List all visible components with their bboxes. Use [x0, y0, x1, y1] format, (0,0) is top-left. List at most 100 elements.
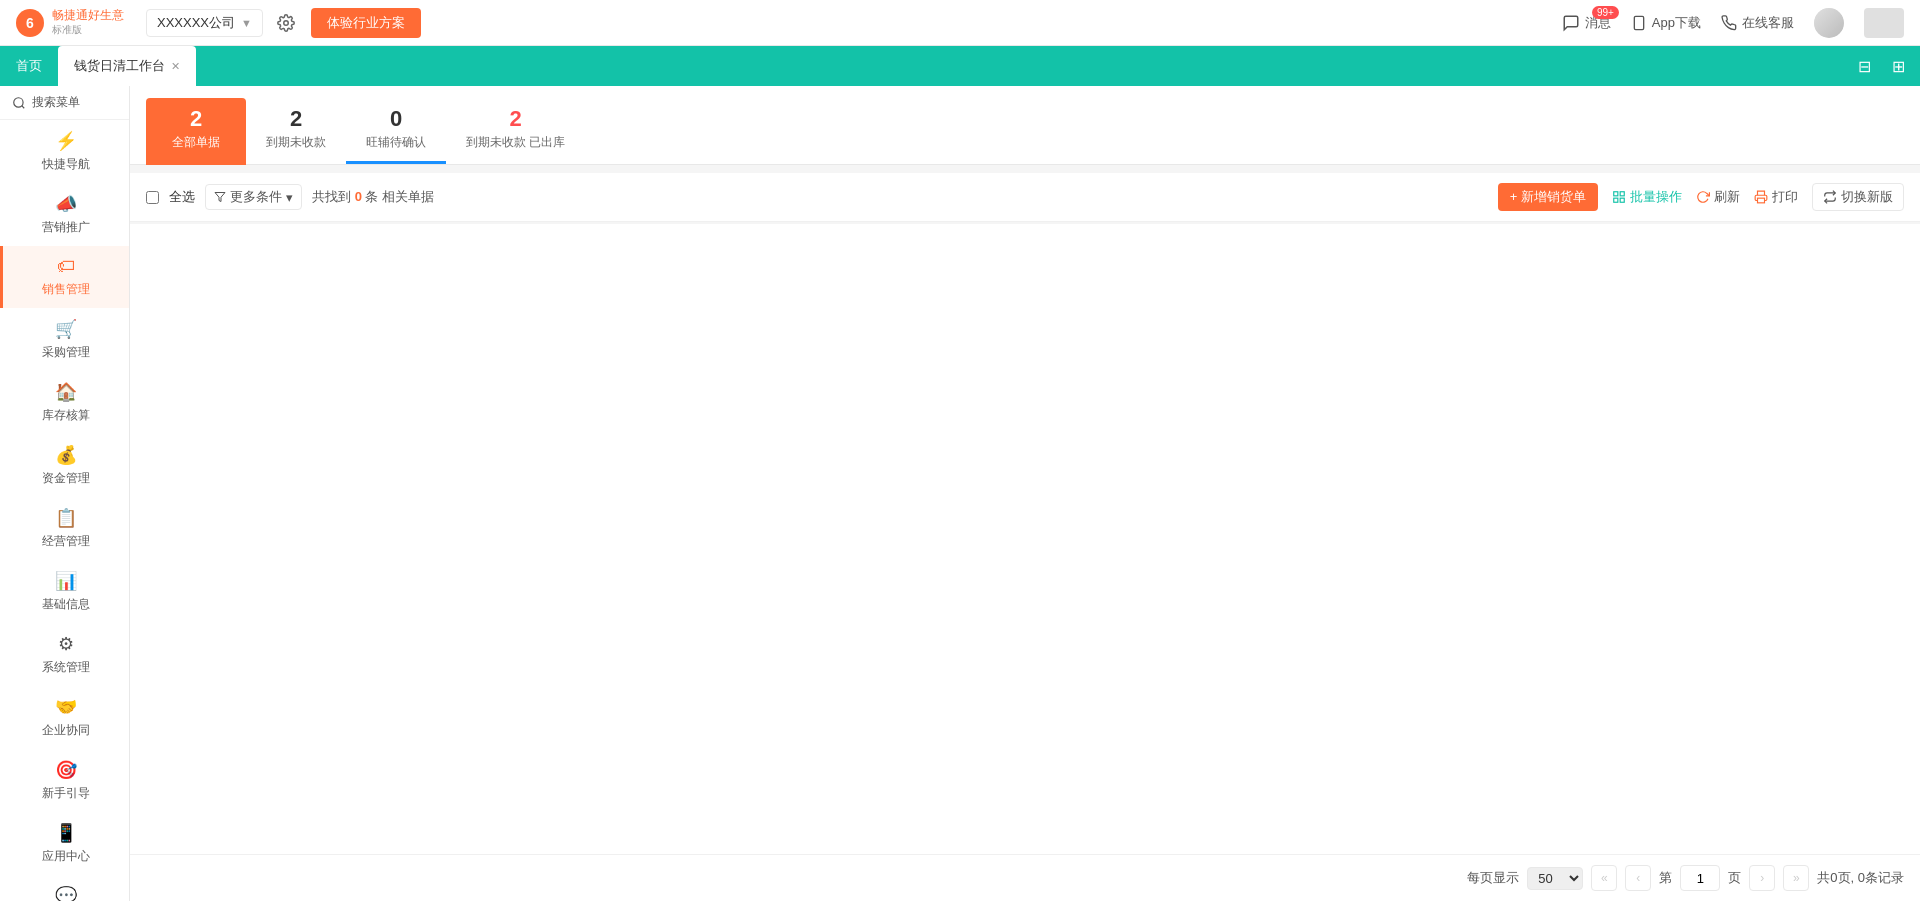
- di-label: 第: [1659, 869, 1672, 887]
- minimize-button[interactable]: ⊟: [1852, 54, 1876, 78]
- tab-home[interactable]: 首页: [0, 46, 58, 86]
- sidebar-item-label: 资金管理: [42, 470, 90, 487]
- online-service-button[interactable]: 在线客服: [1721, 14, 1794, 32]
- company-name: XXXXXX公司: [157, 14, 235, 32]
- avatar-image: [1814, 8, 1844, 38]
- svg-rect-8: [1620, 199, 1624, 203]
- sidebar-item-app-center[interactable]: 📱 应用中心: [0, 812, 129, 875]
- stat-overdue-label: 到期未收款: [266, 134, 326, 151]
- found-text: 共找到 0 条 相关单据: [312, 188, 434, 206]
- select-all-label: 全选: [169, 188, 195, 206]
- wechat-icon: 💬: [55, 885, 77, 901]
- total-info: 共0页, 0条记录: [1817, 869, 1904, 887]
- sidebar-item-label: 应用中心: [42, 848, 90, 865]
- select-all-checkbox[interactable]: [146, 191, 159, 204]
- sidebar-search[interactable]: 搜索菜单: [0, 86, 129, 120]
- maximize-button[interactable]: ⊞: [1886, 54, 1910, 78]
- tab-close-icon[interactable]: ✕: [171, 60, 180, 73]
- page-label: 页: [1728, 869, 1741, 887]
- sidebar-item-label: 库存核算: [42, 407, 90, 424]
- sidebar-item-sales[interactable]: 🏷 销售管理: [0, 246, 129, 308]
- stat-tab-overdue-shipped[interactable]: 2 到期未收款 已出库: [446, 98, 585, 164]
- sidebar-item-marketing[interactable]: 📣 营销推广: [0, 183, 129, 246]
- sidebar-item-label: 企业协同: [42, 722, 90, 739]
- filter-button[interactable]: 更多条件 ▾: [205, 184, 302, 210]
- settings-button[interactable]: [271, 8, 301, 38]
- chevron-down-icon: ▼: [241, 17, 252, 29]
- sidebar-item-enterprise[interactable]: 🤝 企业协同: [0, 686, 129, 749]
- avatar[interactable]: [1814, 8, 1844, 38]
- svg-rect-1: [1634, 16, 1643, 29]
- company-selector[interactable]: XXXXXX公司 ▼: [146, 9, 263, 37]
- content-area: 2 全部单据 2 到期未收款 0 旺辅待确认 2 到期未收款 已出库 全选: [130, 86, 1920, 901]
- guide-icon: 🎯: [55, 759, 77, 781]
- svg-rect-7: [1620, 192, 1624, 196]
- sidebar-item-label: 经营管理: [42, 533, 90, 550]
- inventory-icon: 🏠: [55, 381, 77, 403]
- stat-tab-wangwang[interactable]: 0 旺辅待确认: [346, 98, 446, 164]
- last-page-button[interactable]: »: [1783, 865, 1809, 891]
- page-size-label: 每页显示: [1467, 869, 1519, 887]
- sidebar-item-label: 营销推广: [42, 219, 90, 236]
- stat-wangwang-count: 0: [366, 106, 426, 132]
- table-area: [130, 224, 1920, 854]
- stat-wangwang-label: 旺辅待确认: [366, 134, 426, 151]
- sales-icon: 🏷: [57, 256, 75, 277]
- stat-tab-all[interactable]: 2 全部单据: [146, 98, 246, 165]
- tab-bar-actions: ⊟ ⊞: [1852, 54, 1920, 78]
- filter-label: 更多条件: [230, 188, 282, 206]
- message-button[interactable]: 消息 99+: [1562, 14, 1611, 32]
- print-button[interactable]: 打印: [1754, 188, 1798, 206]
- system-icon: ⚙: [58, 633, 74, 655]
- filter-chevron-icon: ▾: [286, 190, 293, 205]
- user-name-area[interactable]: [1864, 8, 1904, 38]
- message-badge: 99+: [1592, 6, 1619, 19]
- pagination: 每页显示 50 100 200 « ‹ 第 页 › » 共0页, 0条记录: [130, 854, 1920, 901]
- sidebar-item-wechat[interactable]: 💬 企业微信: [0, 875, 129, 901]
- finance-icon: 💰: [55, 444, 77, 466]
- prev-page-button[interactable]: ‹: [1625, 865, 1651, 891]
- next-page-button[interactable]: ›: [1749, 865, 1775, 891]
- sidebar-item-guide[interactable]: 🎯 新手引导: [0, 749, 129, 812]
- app-name: 畅捷通好生意: [52, 8, 124, 24]
- app-download-button[interactable]: App下载: [1631, 14, 1701, 32]
- svg-marker-5: [215, 193, 225, 202]
- refresh-button[interactable]: 刷新: [1696, 188, 1740, 206]
- toolbar-right: + 新增销货单 批量操作 刷新: [1498, 183, 1904, 211]
- switch-version-button[interactable]: 切换新版: [1812, 183, 1904, 211]
- industry-button[interactable]: 体验行业方案: [311, 8, 421, 38]
- sidebar-item-quick-nav[interactable]: ⚡ 快捷导航: [0, 120, 129, 183]
- sidebar-item-basic-info[interactable]: 📊 基础信息: [0, 560, 129, 623]
- toolbar: 全选 更多条件 ▾ 共找到 0 条 相关单据 + 新增销货单: [130, 173, 1920, 222]
- header-right: 消息 99+ App下载 在线客服: [1562, 8, 1904, 38]
- stat-tab-overdue[interactable]: 2 到期未收款: [246, 98, 346, 164]
- sidebar-item-operation[interactable]: 📋 经营管理: [0, 497, 129, 560]
- found-count: 0: [355, 189, 362, 204]
- operation-icon: 📋: [55, 507, 77, 529]
- switch-label: 切换新版: [1841, 188, 1893, 206]
- add-order-button[interactable]: + 新增销货单: [1498, 183, 1598, 211]
- sidebar-item-system[interactable]: ⚙ 系统管理: [0, 623, 129, 686]
- stat-overdue-shipped-count: 2: [466, 106, 565, 132]
- enterprise-icon: 🤝: [55, 696, 77, 718]
- stat-all-label: 全部单据: [166, 134, 226, 151]
- stat-overdue-shipped-label: 到期未收款 已出库: [466, 134, 565, 151]
- quick-nav-icon: ⚡: [55, 130, 77, 152]
- batch-operation-button[interactable]: 批量操作: [1612, 188, 1682, 206]
- sidebar-item-purchase[interactable]: 🛒 采购管理: [0, 308, 129, 371]
- main-layout: 搜索菜单 ⚡ 快捷导航 📣 营销推广 🏷 销售管理 🛒 采购管理 🏠 库存核算 …: [0, 86, 1920, 901]
- page-size-select[interactable]: 50 100 200: [1527, 867, 1583, 890]
- sidebar-item-finance[interactable]: 💰 资金管理: [0, 434, 129, 497]
- sidebar: 搜索菜单 ⚡ 快捷导航 📣 营销推广 🏷 销售管理 🛒 采购管理 🏠 库存核算 …: [0, 86, 130, 901]
- stat-all-count: 2: [166, 106, 226, 132]
- svg-point-3: [14, 97, 23, 106]
- first-page-button[interactable]: «: [1591, 865, 1617, 891]
- sidebar-item-inventory[interactable]: 🏠 库存核算: [0, 371, 129, 434]
- tab-workbench[interactable]: 钱货日清工作台 ✕: [58, 46, 196, 86]
- page-number-input[interactable]: [1680, 865, 1720, 891]
- top-header: 6 畅捷通好生意 标准版 XXXXXX公司 ▼ 体验行业方案 消息 99+: [0, 0, 1920, 46]
- logo-area: 6 畅捷通好生意 标准版: [16, 8, 146, 38]
- stats-tabs: 2 全部单据 2 到期未收款 0 旺辅待确认 2 到期未收款 已出库: [130, 86, 1920, 165]
- sidebar-item-label: 新手引导: [42, 785, 90, 802]
- sidebar-item-label: 销售管理: [42, 281, 90, 298]
